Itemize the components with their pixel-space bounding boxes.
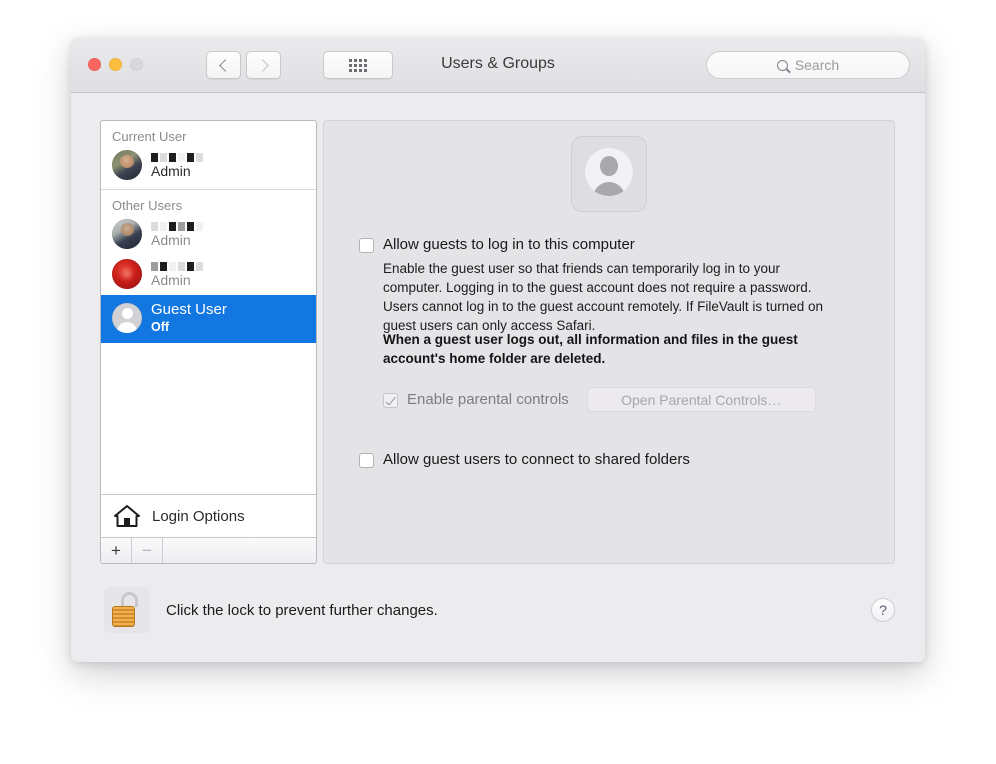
group-header-other-users: Other Users: [112, 198, 183, 213]
list-item-current-user[interactable]: Admin: [101, 146, 316, 186]
list-item-guest-user[interactable]: Guest User Off: [101, 295, 316, 343]
user-meta: Admin: [151, 260, 203, 288]
remove-user-button[interactable]: −: [132, 538, 163, 563]
person-body-shape: [117, 321, 137, 333]
users-list-scroll: Current User Admin Other Users Admin Adm…: [101, 121, 316, 494]
guest-description-text: Enable the guest user so that friends ca…: [383, 261, 823, 334]
login-options-label: Login Options: [152, 507, 245, 525]
padlock-shackle: [121, 592, 138, 607]
search-icon: [776, 59, 788, 71]
add-user-button[interactable]: +: [101, 538, 132, 563]
guest-user-settings-panel: Allow guests to log in to this computer …: [323, 120, 895, 564]
guest-user-name: Guest User: [151, 301, 227, 318]
help-button[interactable]: ?: [871, 598, 895, 622]
open-parental-controls-button[interactable]: Open Parental Controls…: [586, 387, 816, 412]
shared-folders-checkbox[interactable]: [359, 453, 374, 468]
person-head-shape: [600, 156, 618, 176]
avatar: [112, 302, 142, 333]
window-titlebar: Users & Groups Search: [71, 38, 925, 93]
redacted-user-name: [151, 260, 203, 271]
avatar: [112, 150, 142, 180]
search-placeholder: Search: [794, 57, 840, 73]
user-meta: Admin: [151, 220, 203, 248]
user-meta: Guest User Off: [151, 301, 227, 335]
users-list-toolbar: + −: [101, 537, 316, 563]
login-options-row[interactable]: Login Options: [101, 494, 316, 537]
lock-instruction-text: Click the lock to prevent further change…: [166, 601, 438, 619]
person-body-shape: [593, 182, 625, 196]
enable-parental-controls-checkbox[interactable]: [383, 393, 398, 408]
user-role: Admin: [151, 271, 191, 288]
redacted-user-name: [151, 220, 203, 231]
unlocked-padlock-icon[interactable]: [104, 587, 150, 633]
list-item-other-user-2[interactable]: Admin: [101, 255, 316, 295]
users-and-groups-window: Users & Groups Search Current User Admin…: [71, 38, 925, 662]
guest-warning-text: When a guest user logs out, all informat…: [383, 332, 798, 367]
avatar: [112, 219, 142, 249]
users-list-sidebar: Current User Admin Other Users Admin Adm…: [100, 120, 317, 564]
allow-guests-row[interactable]: Allow guests to log in to this computer: [359, 236, 635, 254]
list-item-other-user-1[interactable]: Admin: [101, 215, 316, 255]
enable-parental-controls-label: Enable parental controls: [407, 391, 569, 408]
allow-guests-checkbox[interactable]: [359, 238, 374, 253]
user-role: Admin: [151, 231, 191, 248]
avatar: [112, 259, 142, 289]
window-body: Current User Admin Other Users Admin Adm…: [71, 93, 925, 662]
search-field[interactable]: Search: [706, 51, 910, 79]
screenshot-root: Users & Groups Search Current User Admin…: [0, 0, 996, 764]
account-picture[interactable]: [571, 136, 647, 212]
user-meta: Admin: [151, 151, 203, 179]
lock-row[interactable]: Click the lock to prevent further change…: [104, 587, 438, 633]
allow-guests-label: Allow guests to log in to this computer: [383, 236, 635, 253]
shared-folders-label: Allow guest users to connect to shared f…: [383, 451, 690, 468]
redacted-user-name: [151, 151, 203, 162]
user-role: Admin: [151, 162, 191, 179]
group-header-current-user: Current User: [112, 129, 187, 144]
parental-controls-row[interactable]: Enable parental controls Open Parental C…: [383, 387, 816, 412]
search-field-content: Search: [776, 57, 840, 73]
guest-user-state: Off: [151, 320, 170, 335]
home-icon: [113, 504, 141, 528]
shared-folders-row[interactable]: Allow guest users to connect to shared f…: [359, 451, 690, 469]
person-placeholder-icon: [585, 148, 633, 196]
person-head-shape: [121, 307, 133, 319]
padlock-body: [112, 606, 135, 627]
